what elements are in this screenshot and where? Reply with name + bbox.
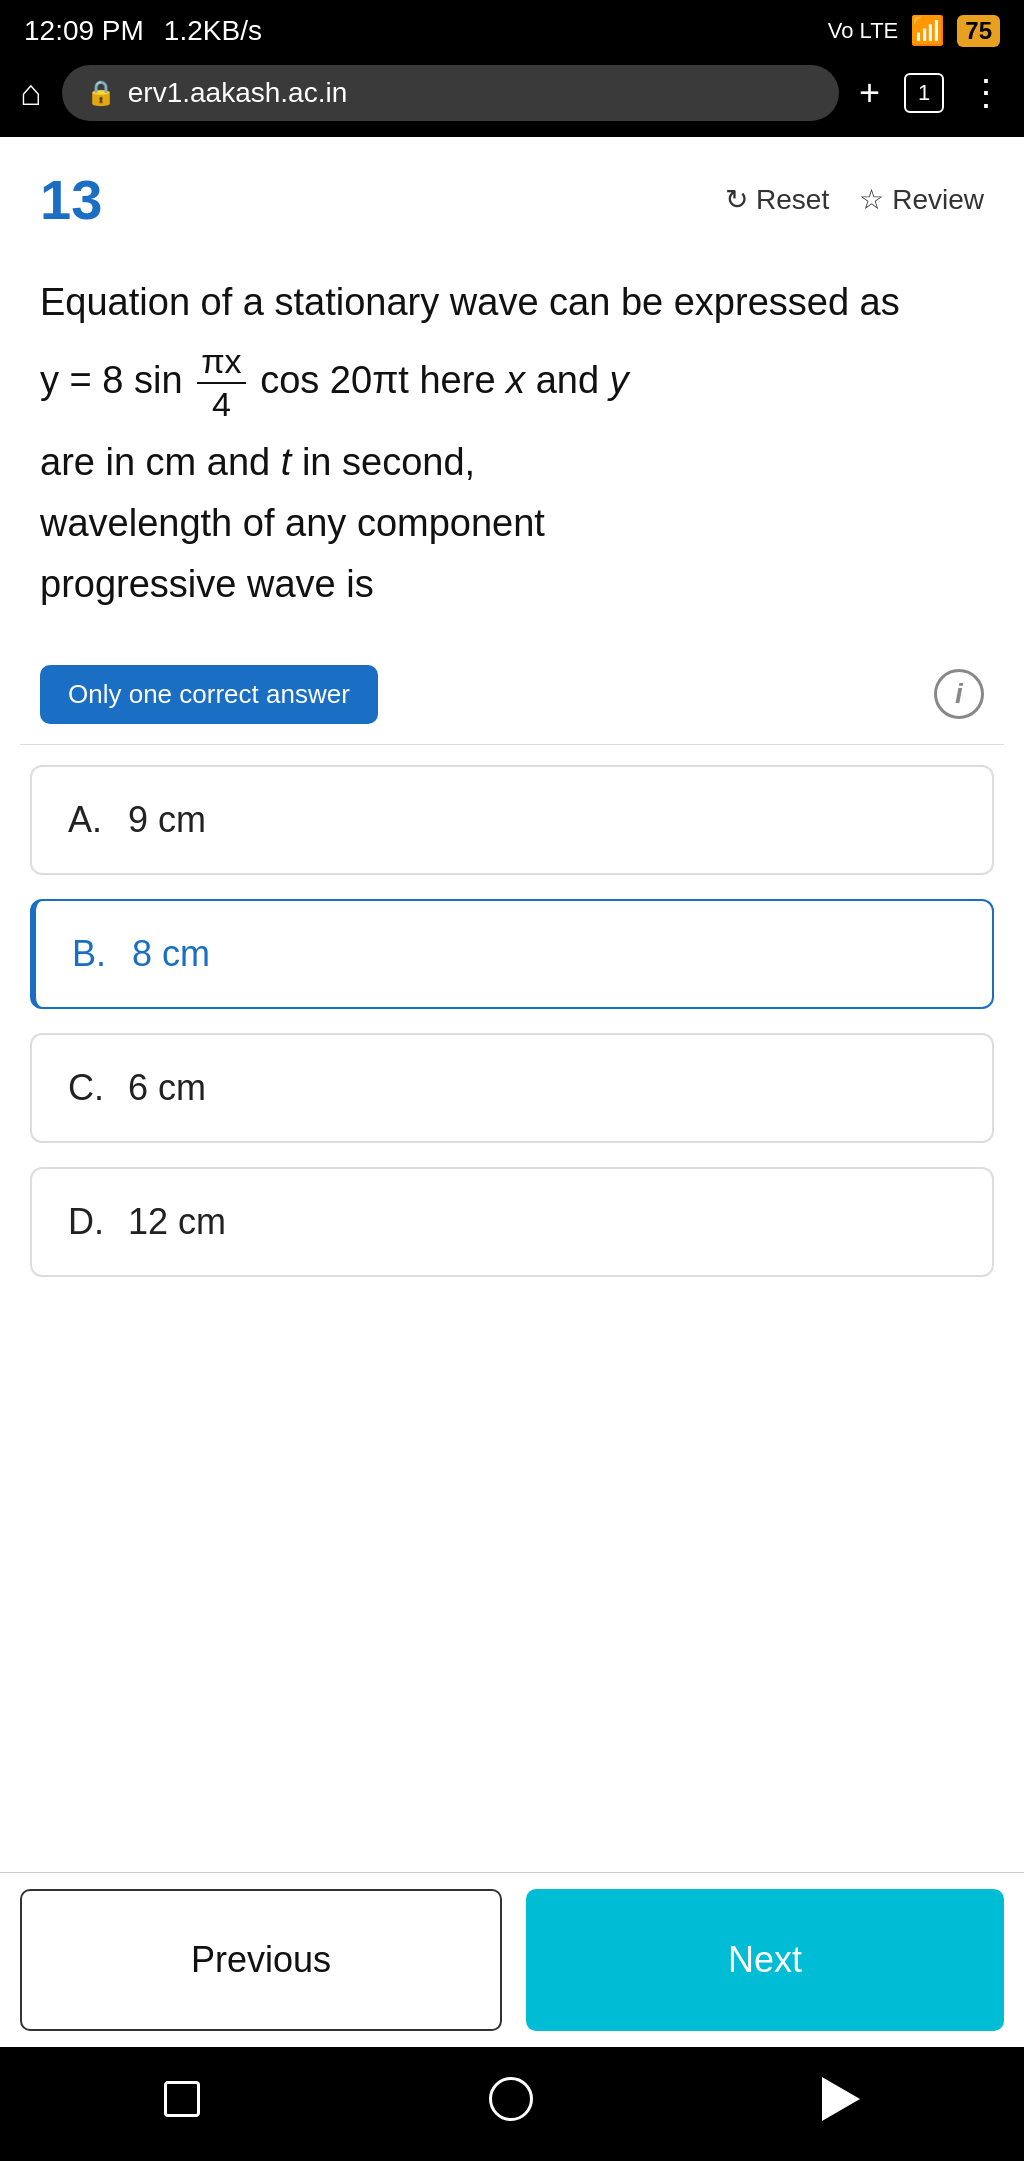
browser-actions: + 1 ⋮	[859, 72, 1004, 114]
menu-icon[interactable]: ⋮	[968, 72, 1004, 114]
header-actions: ↻ Reset ☆ Review	[725, 183, 984, 216]
options-section: A. 9 cm B. 8 cm C. 6 cm D. 12 cm	[0, 745, 1024, 1307]
back-button[interactable]	[822, 2077, 860, 2121]
option-c-text: 6 cm	[128, 1067, 206, 1109]
option-b-label: B.	[72, 933, 108, 975]
add-tab-icon[interactable]: +	[859, 72, 880, 114]
question-text-part4: progressive wave is	[40, 554, 984, 615]
fraction-denominator: 4	[208, 384, 235, 425]
math-fraction: πx 4	[197, 341, 245, 425]
home-icon[interactable]: ⌂	[20, 72, 42, 114]
home-button[interactable]	[489, 2077, 533, 2121]
answer-type-section: Only one correct answer i	[0, 655, 1024, 744]
star-icon: ☆	[859, 183, 884, 216]
reset-label: Reset	[756, 184, 829, 216]
previous-button[interactable]: Previous	[20, 1889, 502, 2031]
recent-apps-icon[interactable]	[164, 2081, 200, 2117]
option-b[interactable]: B. 8 cm	[30, 899, 994, 1009]
answer-type-badge: Only one correct answer	[40, 665, 378, 724]
review-label: Review	[892, 184, 984, 216]
option-b-text: 8 cm	[132, 933, 210, 975]
option-a-label: A.	[68, 799, 104, 841]
lock-icon: 🔒	[86, 79, 116, 107]
option-d-text: 12 cm	[128, 1201, 226, 1243]
option-a-text: 9 cm	[128, 799, 206, 841]
question-text-part1: Equation of a stationary wave can be exp…	[40, 272, 984, 333]
question-math-line: y = 8 sin πx 4 cos 20πt here x and y	[40, 341, 984, 425]
option-d-label: D.	[68, 1201, 104, 1243]
bottom-navigation: Previous Next	[0, 1872, 1024, 2047]
question-body: Equation of a stationary wave can be exp…	[0, 252, 1024, 655]
question-number: 13	[40, 167, 102, 232]
reset-button[interactable]: ↻ Reset	[725, 183, 829, 216]
math-y-equals: y = 8 sin	[40, 359, 193, 401]
question-text-part3: wavelength of any component	[40, 493, 984, 554]
signal-icon: 📶	[910, 14, 945, 47]
question-header: 13 ↻ Reset ☆ Review	[0, 137, 1024, 252]
math-cos-part: cos 20πt here x and y	[260, 359, 628, 401]
option-d[interactable]: D. 12 cm	[30, 1167, 994, 1277]
url-bar[interactable]: 🔒 erv1.aakash.ac.in	[62, 65, 839, 121]
option-a[interactable]: A. 9 cm	[30, 765, 994, 875]
time-display: 12:09 PM	[24, 15, 144, 47]
next-button[interactable]: Next	[526, 1889, 1004, 2031]
network-speed: 1.2KB/s	[164, 15, 262, 47]
option-c-label: C.	[68, 1067, 104, 1109]
vo-lte-icon: Vo LTE	[828, 18, 899, 44]
option-c[interactable]: C. 6 cm	[30, 1033, 994, 1143]
android-nav-bar	[0, 2047, 1024, 2161]
status-right: Vo LTE 📶 75	[828, 14, 1000, 47]
url-text: erv1.aakash.ac.in	[128, 77, 347, 109]
main-content: 13 ↻ Reset ☆ Review Equation of a statio…	[0, 137, 1024, 2047]
status-bar: 12:09 PM 1.2KB/s Vo LTE 📶 75	[0, 0, 1024, 55]
question-text-part2: are in cm and t in second,	[40, 432, 984, 493]
tab-count[interactable]: 1	[904, 73, 944, 113]
fraction-numerator: πx	[197, 341, 245, 384]
browser-bar: ⌂ 🔒 erv1.aakash.ac.in + 1 ⋮	[0, 55, 1024, 137]
review-button[interactable]: ☆ Review	[859, 183, 984, 216]
reset-icon: ↻	[725, 183, 748, 216]
battery-indicator: 75	[957, 15, 1000, 47]
info-icon[interactable]: i	[934, 669, 984, 719]
